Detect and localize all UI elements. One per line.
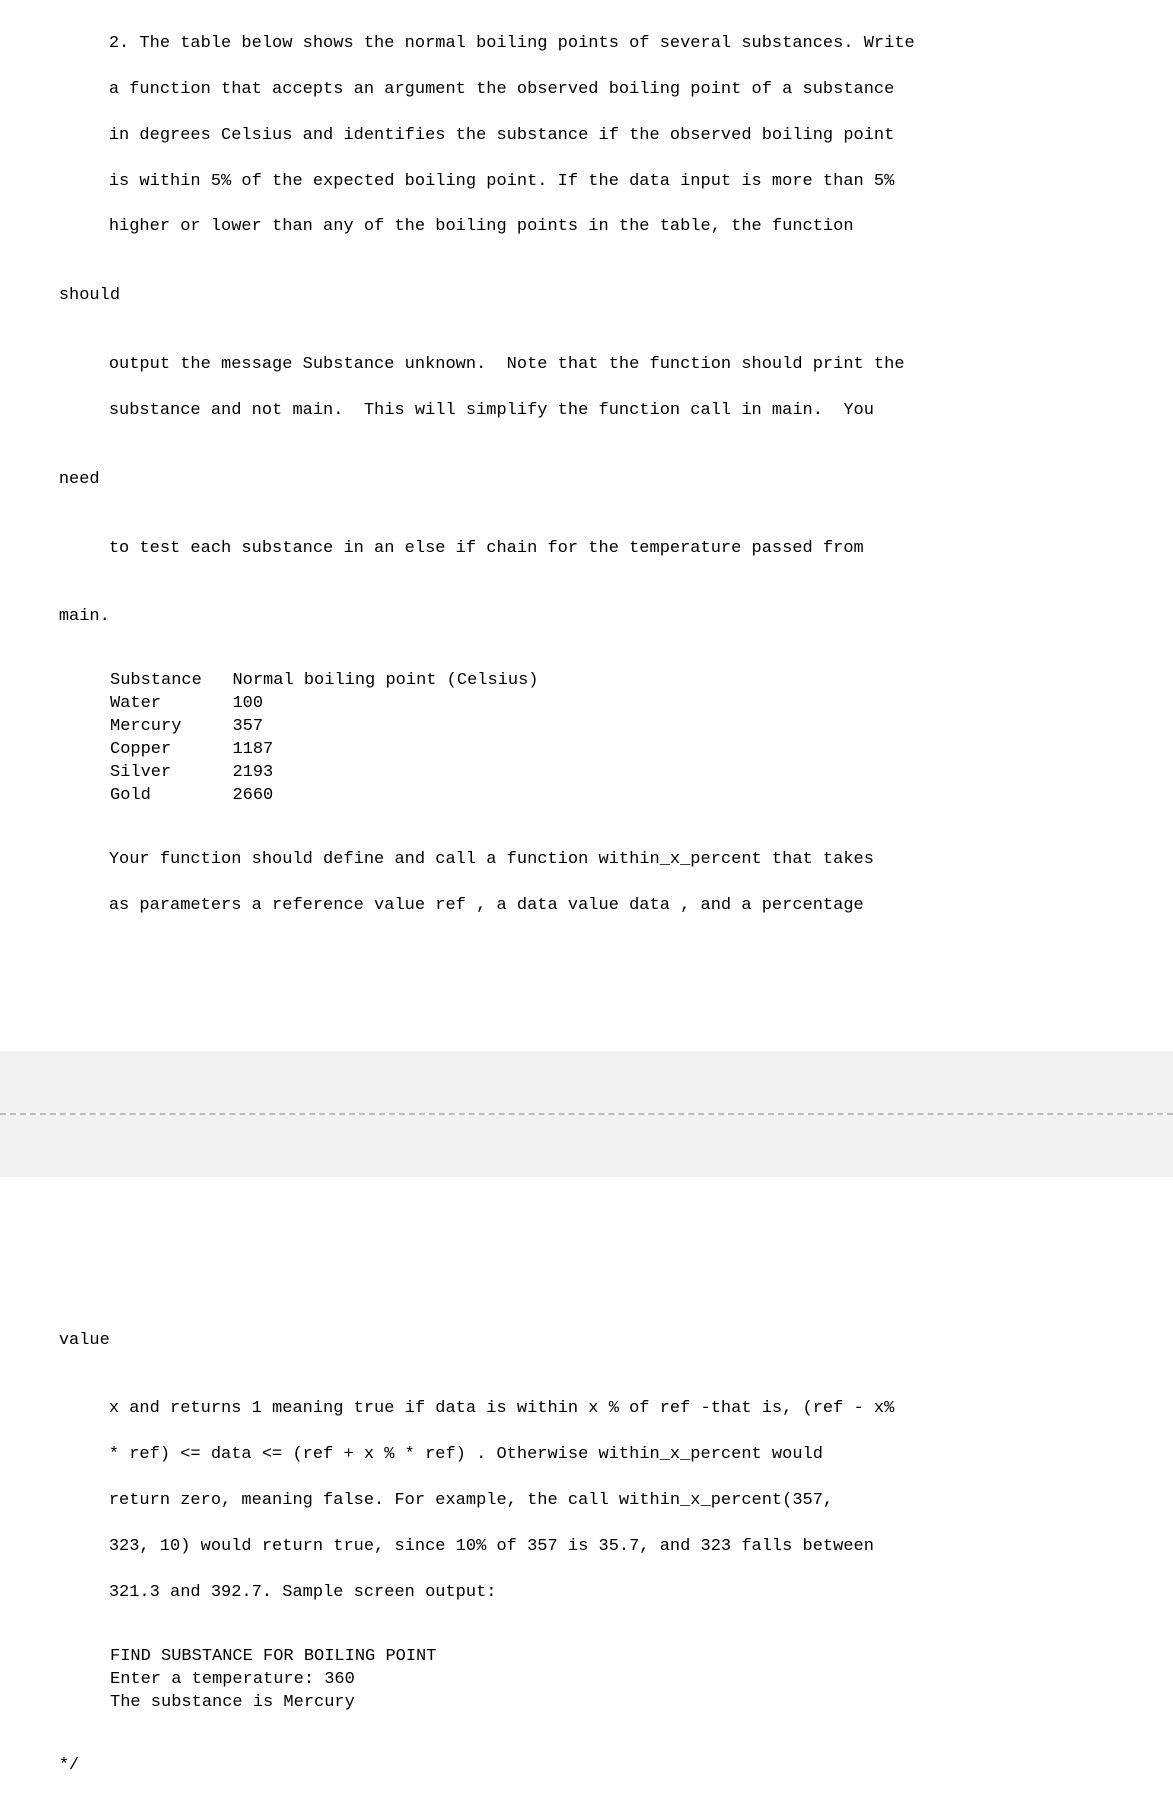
intro-line: in degrees Celsius and identifies the su… bbox=[109, 126, 895, 145]
table-cell-bp: 357 bbox=[232, 717, 263, 736]
wrap-word: should bbox=[0, 262, 1173, 331]
intro-line: is within 5% of the expected boiling poi… bbox=[109, 172, 895, 191]
test-line: to test each substance in an else if cha… bbox=[109, 539, 864, 558]
table-cell-bp: 2660 bbox=[232, 786, 273, 805]
value-word: value bbox=[59, 1331, 110, 1350]
should-word: should bbox=[59, 286, 120, 305]
intro-line: a function that accepts an argument the … bbox=[109, 80, 895, 99]
main-word: main. bbox=[59, 607, 110, 626]
sample-output: FIND SUBSTANCE FOR BOILING POINT Enter a… bbox=[0, 1628, 1173, 1715]
problem-test: to test each substance in an else if cha… bbox=[0, 515, 1173, 584]
table-cell-name: Copper bbox=[110, 740, 171, 759]
table-cell-bp: 1187 bbox=[232, 740, 273, 759]
intro-line: 2. The table below shows the normal boil… bbox=[109, 34, 915, 53]
wrap-word: need bbox=[0, 446, 1173, 515]
cont-line: 321.3 and 392.7. Sample screen output: bbox=[109, 1583, 497, 1602]
function-description: Your function should define and call a f… bbox=[0, 808, 1173, 941]
wrap-word: value bbox=[0, 1307, 1173, 1376]
table-cell-bp: 2193 bbox=[232, 763, 273, 782]
divider-band-top bbox=[0, 1051, 1173, 1113]
divider-band-bottom bbox=[0, 1115, 1173, 1177]
func-desc-line: Your function should define and call a f… bbox=[109, 850, 874, 869]
func-desc-line: as parameters a reference value ref , a … bbox=[109, 896, 864, 915]
table-cell-name: Silver bbox=[110, 763, 171, 782]
table-cell-name: Water bbox=[110, 694, 161, 713]
sample-line: The substance is Mercury bbox=[110, 1693, 355, 1712]
boiling-point-table: Substance Normal boiling point (Celsius)… bbox=[0, 652, 1173, 808]
end-token: */ bbox=[59, 1756, 79, 1775]
cont-line: 323, 10) would return true, since 10% of… bbox=[109, 1537, 874, 1556]
problem-mid: output the message Substance unknown. No… bbox=[0, 331, 1173, 446]
table-cell-name: Gold bbox=[110, 786, 151, 805]
comment-end: */ bbox=[0, 1715, 1173, 1801]
intro-line: higher or lower than any of the boiling … bbox=[109, 217, 854, 236]
page-break-divider bbox=[0, 1051, 1173, 1177]
continuation-paragraph: x and returns 1 meaning true if data is … bbox=[0, 1375, 1173, 1627]
sample-line: Enter a temperature: 360 bbox=[110, 1670, 355, 1689]
wrap-word: main. bbox=[0, 583, 1173, 652]
table-cell-bp: 100 bbox=[232, 694, 263, 713]
table-cell-name: Mercury bbox=[110, 717, 181, 736]
document-page: 2. The table below shows the normal boil… bbox=[0, 0, 1173, 1801]
cont-line: x and returns 1 meaning true if data is … bbox=[109, 1399, 895, 1418]
table-header-bp: Normal boiling point (Celsius) bbox=[232, 671, 538, 690]
problem-intro: 2. The table below shows the normal boil… bbox=[0, 0, 1173, 262]
mid-line: output the message Substance unknown. No… bbox=[109, 355, 905, 374]
cont-line: return zero, meaning false. For example,… bbox=[109, 1491, 833, 1510]
table-header-substance: Substance bbox=[110, 671, 202, 690]
cont-line: * ref) <= data <= (ref + x % * ref) . Ot… bbox=[109, 1445, 823, 1464]
need-word: need bbox=[59, 470, 100, 489]
sample-line: FIND SUBSTANCE FOR BOILING POINT bbox=[110, 1647, 436, 1666]
mid-line: substance and not main. This will simpli… bbox=[109, 401, 874, 420]
